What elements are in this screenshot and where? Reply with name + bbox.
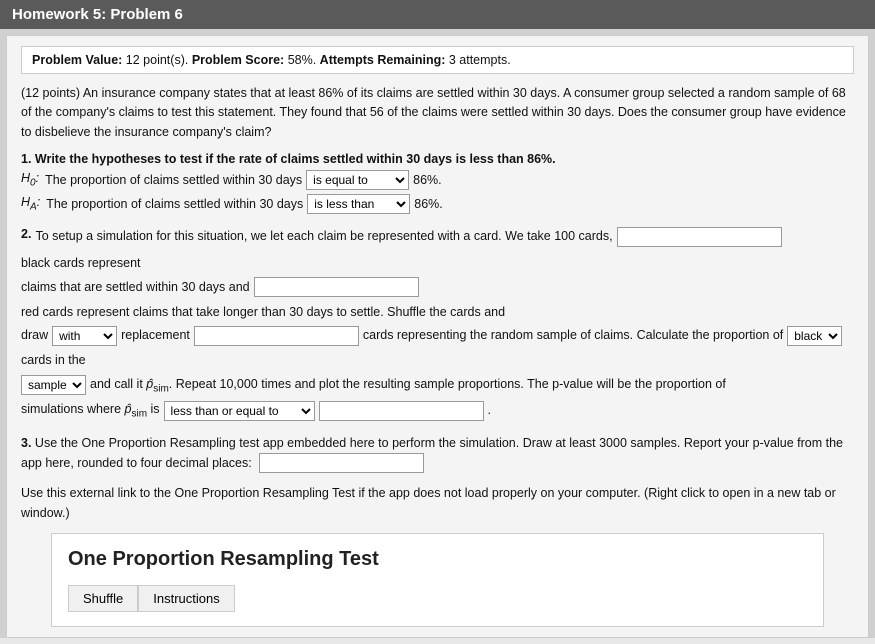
sim-line-3: draw with without replacement cards repr… (21, 325, 854, 372)
h0-text: The proportion of claims settled within … (45, 173, 302, 187)
page-title: Homework 5: Problem 6 (0, 0, 875, 29)
h0-label: H0: (21, 171, 39, 189)
sim-text-black: black cards represent (21, 253, 141, 274)
p-hat-call: and call it p̂sim. Repeat 10,000 times a… (90, 374, 726, 398)
attempts-value: 3 attempts. (449, 53, 511, 67)
h0-percent: 86%. (413, 173, 442, 187)
sim-text-1: To setup a simulation for this situation… (35, 226, 612, 247)
sim-line-2: claims that are settled within 30 days a… (21, 277, 854, 324)
red-cards-input[interactable] (254, 277, 419, 297)
section2-title: 2. (21, 224, 31, 245)
hA-label: HA: (21, 195, 40, 213)
embedded-app: One Proportion Resampling Test Shuffle I… (51, 533, 824, 627)
period: . (488, 400, 491, 421)
hA-comparison-select[interactable]: is less than is equal to is greater than (307, 194, 410, 214)
section-3: 3. Use the One Proportion Resampling tes… (21, 433, 854, 474)
pvalue-threshold-input[interactable] (319, 401, 484, 421)
sim-text-3: cards representing the random sample of … (363, 325, 783, 346)
sim-line-5: simulations where p̂sim is less than or … (21, 399, 854, 423)
draw-replacement-select[interactable]: with without (52, 326, 117, 346)
h0-sub: 0 (30, 178, 36, 189)
h0-comparison-select[interactable]: is equal to is less than is greater than (306, 170, 409, 190)
hA-percent: 86%. (414, 197, 443, 211)
sim-text-5: simulations where p̂sim is (21, 399, 160, 423)
problem-value-label: Problem Value: (32, 53, 122, 67)
problem-score: 58%. (288, 53, 317, 67)
score-bar: Problem Value: 12 point(s). Problem Scor… (21, 46, 854, 74)
section3-number: 3. (21, 436, 31, 450)
color-select[interactable]: black red (787, 326, 842, 346)
pvalue-result-input[interactable] (259, 453, 424, 473)
hA-text: The proportion of claims settled within … (46, 197, 303, 211)
app-title: One Proportion Resampling Test (68, 548, 807, 571)
h0-line: H0: The proportion of claims settled wit… (21, 170, 854, 190)
section1-title: 1. Write the hypotheses to test if the r… (21, 152, 854, 166)
problem-score-label: Problem Score: (192, 53, 284, 67)
problem-points: 12 point(s). (126, 53, 189, 67)
sim-text-red: red cards represent claims that take lon… (21, 302, 505, 323)
hA-line: HA: The proportion of claims settled wit… (21, 194, 854, 214)
cards-suffix: cards in the (21, 350, 86, 371)
instructions-button[interactable]: Instructions (138, 585, 234, 612)
replacement-label: replacement (121, 325, 190, 346)
sim-line-1: 2. To setup a simulation for this situat… (21, 224, 854, 275)
attempts-label: Attempts Remaining: (320, 53, 446, 67)
page-wrapper: Homework 5: Problem 6 Problem Value: 12 … (0, 0, 875, 638)
section-1: 1. Write the hypotheses to test if the r… (21, 152, 854, 214)
black-cards-input[interactable] (617, 227, 782, 247)
sample-select[interactable]: sample (21, 375, 86, 395)
app-buttons: Shuffle Instructions (68, 585, 807, 612)
section3-text: Use the One Proportion Resampling test a… (21, 436, 843, 470)
section-2: 2. To setup a simulation for this situat… (21, 224, 854, 423)
shuffle-button[interactable]: Shuffle (68, 585, 138, 612)
pvalue-comparison-select[interactable]: less than or equal to greater than or eq… (164, 401, 315, 421)
content-area: Problem Value: 12 point(s). Problem Scor… (6, 35, 869, 638)
problem-description: (12 points) An insurance company states … (21, 84, 854, 142)
sim-line-4: sample and call it p̂sim. Repeat 10,000 … (21, 374, 854, 398)
sim-text-2: claims that are settled within 30 days a… (21, 277, 250, 298)
sample-size-input[interactable] (194, 326, 359, 346)
external-link-text: Use this external link to the One Propor… (21, 483, 854, 523)
sim-draw-label: draw (21, 325, 48, 346)
